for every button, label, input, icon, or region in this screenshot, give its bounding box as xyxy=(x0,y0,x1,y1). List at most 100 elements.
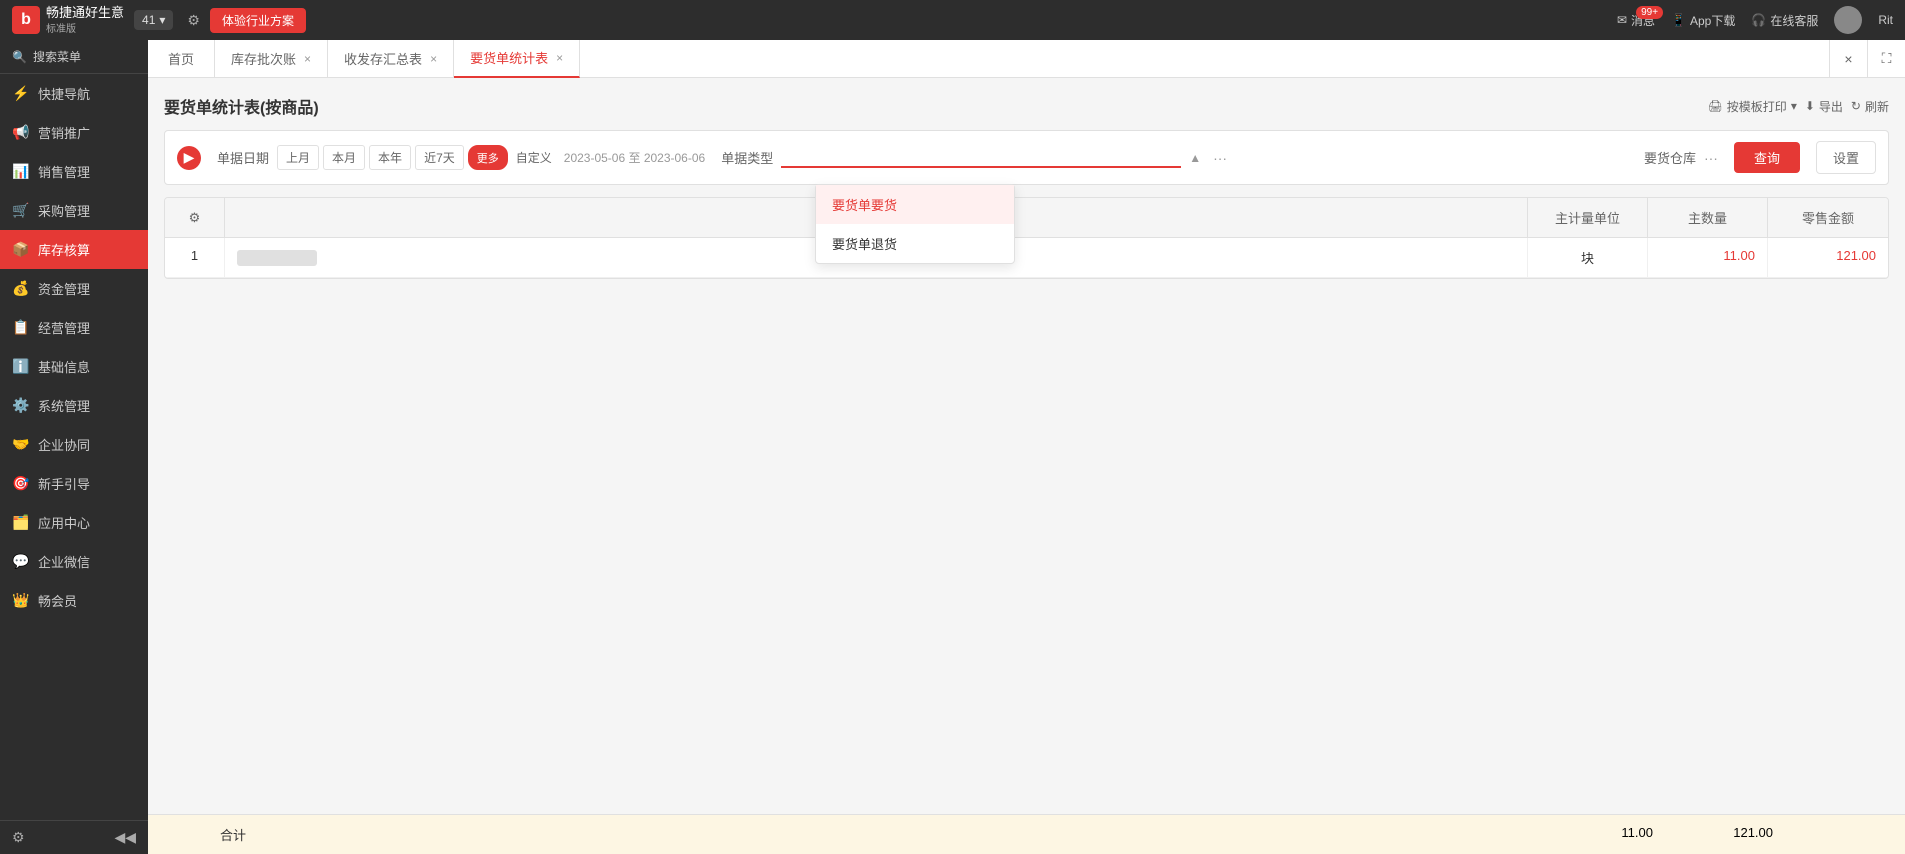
sidebar-item-label: 基础信息 xyxy=(38,357,90,376)
print-arrow-icon: ▾ xyxy=(1791,99,1797,113)
type-filter-input[interactable] xyxy=(781,147,1181,168)
logo-icon: b xyxy=(12,6,40,34)
refresh-button[interactable]: ↻ 刷新 xyxy=(1851,98,1889,115)
sidebar-item-wechat[interactable]: 💬 企业微信 xyxy=(0,542,148,581)
sidebar-item-label: 企业协同 xyxy=(38,435,90,454)
sidebar-item-purchase[interactable]: 🛒 采购管理 xyxy=(0,191,148,230)
topbar: b 畅捷通好生意 标准版 41 ▾ ⚙ 体验行业方案 ✉ 消息 99+ 📱 Ap… xyxy=(0,0,1905,40)
warehouse-filter-label: 要货仓库 xyxy=(1644,148,1696,167)
app-logo: b 畅捷通好生意 标准版 xyxy=(12,5,124,36)
sidebar-settings-icon[interactable]: ⚙ xyxy=(12,829,25,846)
app-download-button[interactable]: 📱 App下载 xyxy=(1671,12,1735,29)
sidebar-item-label: 企业微信 xyxy=(38,552,90,571)
tab-receive-summary[interactable]: 收发存汇总表 × xyxy=(328,40,454,78)
data-table: ⚙ 商品 主计量单位 主数量 零售金额 1 块 11.00 121.00 xyxy=(164,197,1889,279)
dropdown-item-order-return[interactable]: 要货单退货 xyxy=(816,224,1014,263)
summary-label: 合计 xyxy=(208,815,1545,854)
tab-inventory-batch[interactable]: 库存批次账 × xyxy=(215,40,328,78)
sidebar-item-cooperation[interactable]: 🤝 企业协同 xyxy=(0,425,148,464)
product-placeholder xyxy=(237,250,317,266)
summary-extra xyxy=(1785,815,1905,854)
sidebar-item-inventory[interactable]: 📦 库存核算 xyxy=(0,230,148,269)
sidebar-item-quick-nav[interactable]: ⚡ 快捷导航 xyxy=(0,74,148,113)
export-button[interactable]: ⬇ 导出 xyxy=(1805,98,1843,115)
search-icon: 🔍 xyxy=(12,50,27,64)
app-name-block: 畅捷通好生意 标准版 xyxy=(46,5,124,36)
tab-order-stats[interactable]: 要货单统计表 × xyxy=(454,40,580,78)
print-label: 按模板打印 xyxy=(1727,98,1787,115)
th-settings[interactable]: ⚙ xyxy=(165,198,225,237)
content-area: 首页 库存批次账 × 收发存汇总表 × 要货单统计表 × × ⛶ 要货单统计表(… xyxy=(148,40,1905,854)
date-filter-label: 单据日期 xyxy=(217,148,269,167)
print-button[interactable]: 🖨 按模板打印 ▾ xyxy=(1708,98,1797,115)
table-empty-space xyxy=(164,279,1889,579)
sidebar-collapse-icon[interactable]: ◀◀ xyxy=(114,829,136,846)
online-service-label: 在线客服 xyxy=(1770,12,1818,29)
summary-amount: 121.00 xyxy=(1665,815,1785,854)
settings-button[interactable]: 设置 xyxy=(1816,141,1876,174)
sidebar-search[interactable]: 🔍 搜索菜单 xyxy=(0,40,148,74)
dropdown-arrow-icon: ▾ xyxy=(159,13,165,27)
quick-nav-icon: ⚡ xyxy=(12,85,30,103)
tab-home[interactable]: 首页 xyxy=(148,40,215,78)
operations-icon: 📋 xyxy=(12,319,30,337)
tab-close-icon[interactable]: × xyxy=(556,51,563,65)
filter-expand-button[interactable]: ▶ xyxy=(177,146,201,170)
warehouse-filter-more-icon[interactable]: ··· xyxy=(1704,150,1718,166)
tabbar-close-all[interactable]: × xyxy=(1829,40,1867,78)
table-row: 1 块 11.00 121.00 xyxy=(165,238,1888,278)
guide-icon: 🎯 xyxy=(12,475,30,493)
user-avatar[interactable] xyxy=(1834,6,1862,34)
tab-close-icon[interactable]: × xyxy=(304,52,311,66)
sidebar-item-operations[interactable]: 📋 经营管理 xyxy=(0,308,148,347)
query-button[interactable]: 查询 xyxy=(1734,142,1800,173)
this-year-btn[interactable]: 本年 xyxy=(369,145,411,170)
this-month-btn[interactable]: 本月 xyxy=(323,145,365,170)
sidebar-item-marketing[interactable]: 📢 营销推广 xyxy=(0,113,148,152)
finance-icon: 💰 xyxy=(12,280,30,298)
sidebar-item-label: 经营管理 xyxy=(38,318,90,337)
more-dates-btn[interactable]: 更多 xyxy=(468,145,508,170)
promo-button[interactable]: 体验行业方案 xyxy=(210,8,306,33)
type-dropdown-arrow-icon[interactable]: ▲ xyxy=(1189,151,1201,165)
summary-empty xyxy=(148,815,208,854)
topbar-gear-icon[interactable]: ⚙ xyxy=(187,12,200,29)
sidebar-item-sales[interactable]: 📊 销售管理 xyxy=(0,152,148,191)
messages-button[interactable]: ✉ 消息 99+ xyxy=(1617,12,1655,29)
sidebar-item-label: 采购管理 xyxy=(38,201,90,220)
topbar-right: ✉ 消息 99+ 📱 App下载 🎧 在线客服 Rit xyxy=(1617,6,1893,34)
sidebar-item-label: 应用中心 xyxy=(38,513,90,532)
tabbar-maximize[interactable]: ⛶ xyxy=(1867,40,1905,78)
td-unit: 块 xyxy=(1528,238,1648,277)
sidebar-item-system[interactable]: ⚙️ 系统管理 xyxy=(0,386,148,425)
sidebar-item-apps[interactable]: 🗂️ 应用中心 xyxy=(0,503,148,542)
dropdown-item-order-goods[interactable]: 要货单要货 xyxy=(816,185,1014,224)
last-month-btn[interactable]: 上月 xyxy=(277,145,319,170)
sidebar: 🔍 搜索菜单 ⚡ 快捷导航 📢 营销推广 📊 销售管理 🛒 采购管理 📦 xyxy=(0,40,148,854)
tab-label: 要货单统计表 xyxy=(470,48,548,67)
company-dropdown[interactable]: 41 ▾ xyxy=(134,10,173,30)
app-download-label: App下载 xyxy=(1690,12,1735,29)
sidebar-item-guide[interactable]: 🎯 新手引导 xyxy=(0,464,148,503)
export-icon: ⬇ xyxy=(1805,99,1815,113)
table-header: ⚙ 商品 主计量单位 主数量 零售金额 xyxy=(165,198,1888,238)
sidebar-item-member[interactable]: 👑 畅会员 xyxy=(0,581,148,620)
online-service-button[interactable]: 🎧 在线客服 xyxy=(1751,12,1818,29)
date-range-display: 2023-05-06 至 2023-06-06 xyxy=(564,149,705,166)
sidebar-item-finance[interactable]: 💰 资金管理 xyxy=(0,269,148,308)
warehouse-filter-group: 要货仓库 ··· xyxy=(1644,148,1718,167)
last-7-days-btn[interactable]: 近7天 xyxy=(415,145,464,170)
user-name: Rit xyxy=(1878,13,1893,27)
sidebar-scroll: 🔍 搜索菜单 ⚡ 快捷导航 📢 营销推广 📊 销售管理 🛒 采购管理 📦 xyxy=(0,40,148,820)
tab-close-icon[interactable]: × xyxy=(430,52,437,66)
type-filter-more-icon[interactable]: ··· xyxy=(1213,150,1227,166)
topbar-left: b 畅捷通好生意 标准版 41 ▾ ⚙ 体验行业方案 xyxy=(12,5,306,36)
message-icon: ✉ xyxy=(1617,13,1627,27)
th-amount: 零售金额 xyxy=(1768,198,1888,237)
td-amount: 121.00 xyxy=(1768,238,1888,277)
sidebar-item-label: 新手引导 xyxy=(38,474,90,493)
apps-icon: 🗂️ xyxy=(12,514,30,532)
sidebar-item-basics[interactable]: ℹ️ 基础信息 xyxy=(0,347,148,386)
export-label: 导出 xyxy=(1819,98,1843,115)
custom-date-btn[interactable]: 自定义 xyxy=(516,149,552,166)
